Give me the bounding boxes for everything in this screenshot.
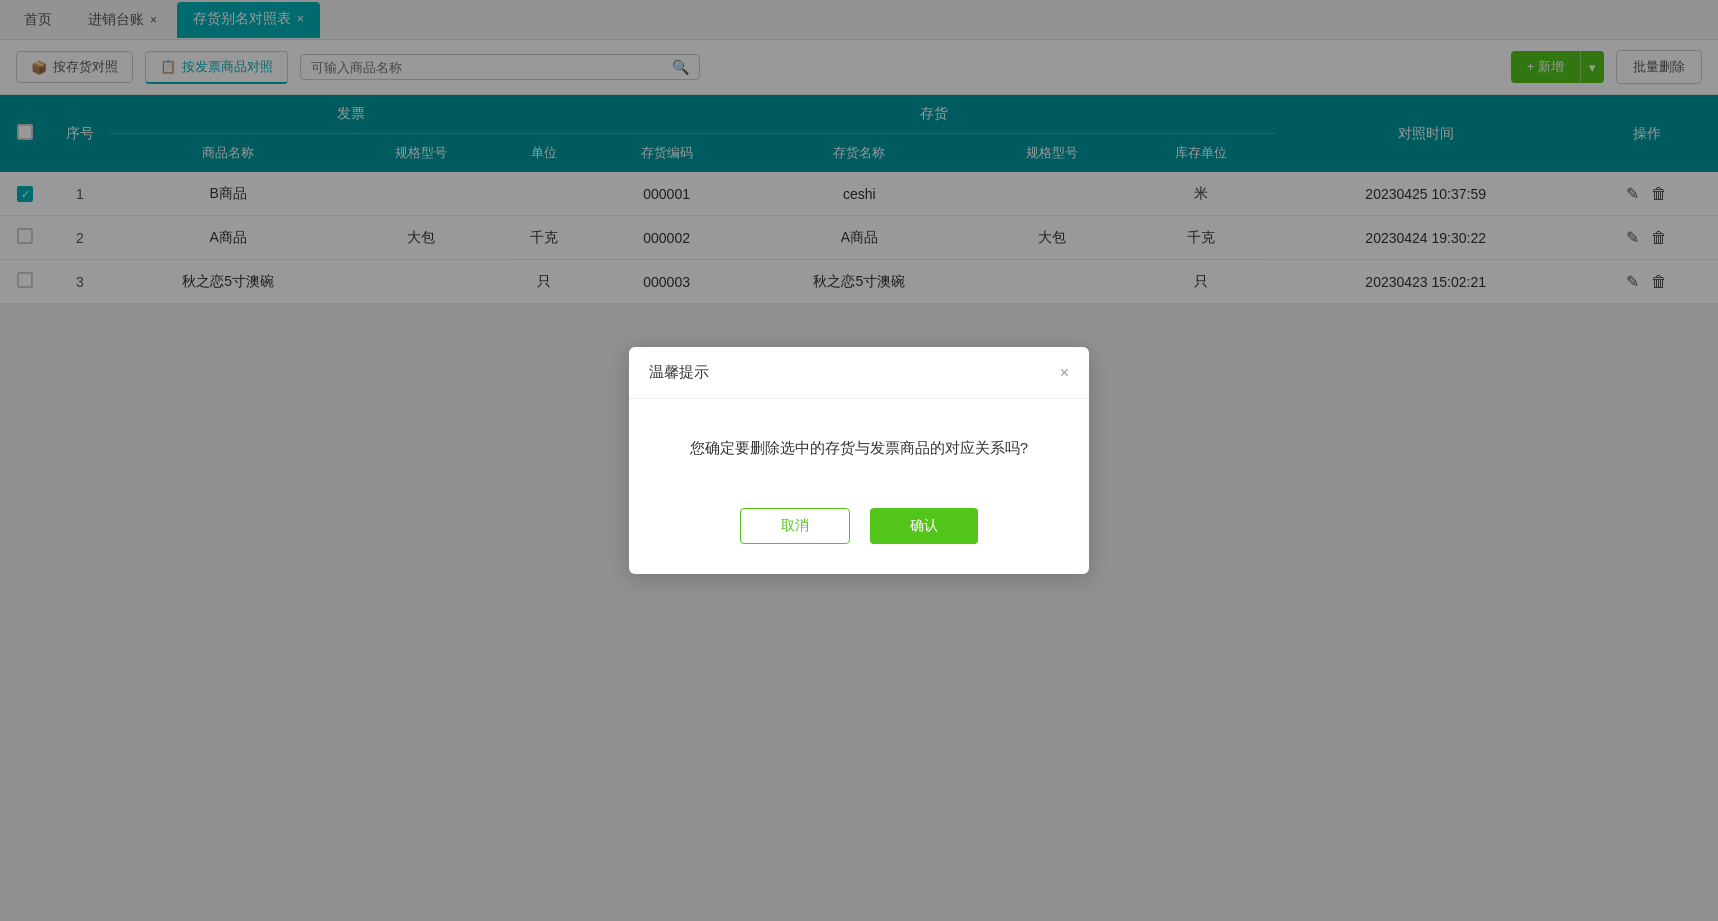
dialog-overlay: 温馨提示 × 您确定要删除选中的存货与发票商品的对应关系吗? 取消 确认 <box>0 0 1718 304</box>
